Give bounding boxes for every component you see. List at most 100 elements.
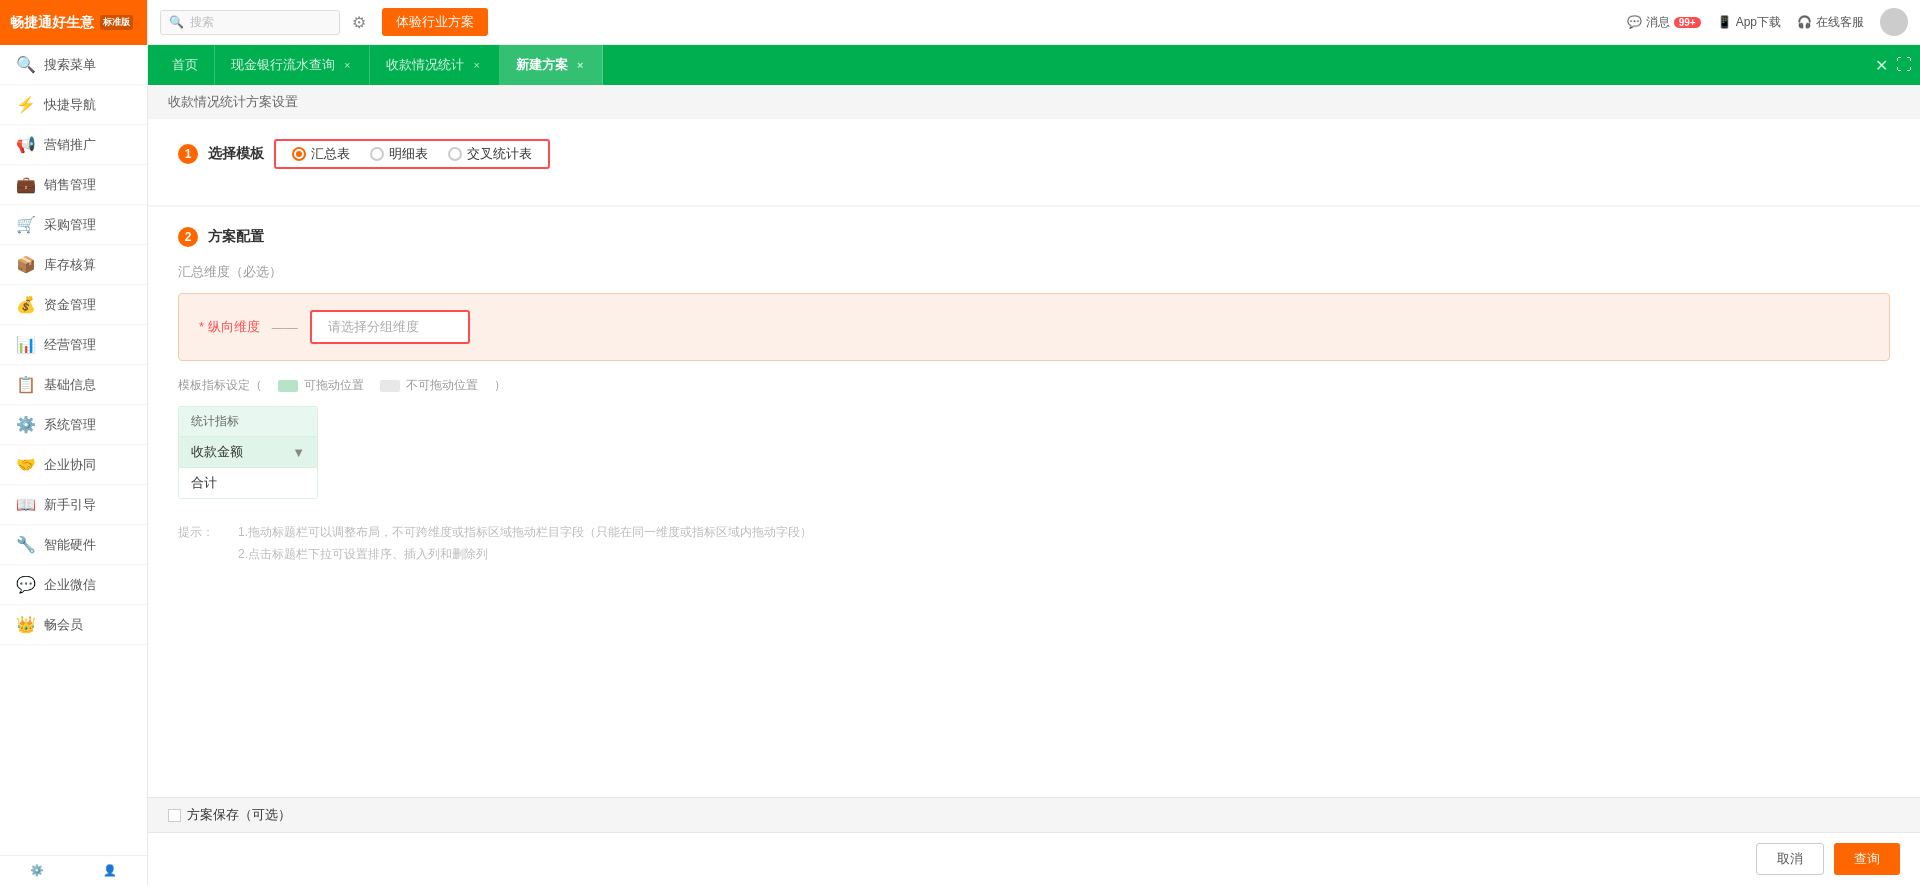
sidebar-bottom: ⚙️ 👤 — [0, 855, 147, 885]
sidebar-icon-1: ⚡ — [16, 95, 36, 114]
section-config: 2 方案配置 汇总维度（必选） * 纵向维度 —— 请选择分组维度 模板指标设定… — [148, 207, 1920, 797]
sidebar-icon-0: 🔍 — [16, 55, 36, 74]
metrics-cell-total: 合计 — [179, 467, 317, 498]
legend-draggable-label: 可拖动位置 — [304, 377, 364, 394]
footer-area: 方案保存（可选） — [148, 797, 1920, 832]
sidebar-label-13: 企业微信 — [44, 576, 96, 594]
template-option-summary[interactable]: 汇总表 — [292, 145, 350, 163]
metrics-title-text: 模板指标设定（ — [178, 377, 262, 394]
app-download-item[interactable]: 📱 App下载 — [1717, 14, 1781, 31]
metrics-table: 统计指标 收款金额 ▼ 合计 — [178, 406, 318, 499]
template-option-detail[interactable]: 明细表 — [370, 145, 428, 163]
sidebar-label-11: 新手引导 — [44, 496, 96, 514]
sidebar-item-0[interactable]: 🔍 搜索菜单 — [0, 45, 147, 85]
sidebar-item-9[interactable]: ⚙️系统管理 — [0, 405, 147, 445]
online-service-item[interactable]: 🎧 在线客服 — [1797, 14, 1864, 31]
query-button[interactable]: 查询 — [1834, 843, 1900, 875]
radio-summary[interactable] — [292, 147, 306, 161]
sidebar-item-11[interactable]: 📖 新手引导 — [0, 485, 147, 525]
sidebar-item-10[interactable]: 🤝 企业协同 — [0, 445, 147, 485]
amount-label: 收款金额 — [191, 443, 243, 461]
sidebar-icon-14: 👑 — [16, 615, 36, 634]
template-cross-label: 交叉统计表 — [467, 145, 532, 163]
app-logo: 畅捷通好生意 标准版 — [0, 0, 147, 45]
tabbar: 首页现金银行流水查询× 收款情况统计 × 新建方案 × ✕ ⛶ — [148, 45, 1920, 85]
maximize-icon[interactable]: ⛶ — [1896, 56, 1912, 74]
sidebar-bottom-user[interactable]: 👤 — [103, 864, 117, 877]
sidebar-icon-10: 🤝 — [16, 455, 36, 474]
tab-label-2: 收款情况统计 — [386, 56, 464, 74]
cancel-button[interactable]: 取消 — [1756, 843, 1824, 875]
section1-number: 1 — [178, 144, 198, 164]
summary-dim-label: 汇总维度（必选） — [178, 264, 282, 279]
sidebar-item-13[interactable]: 💬企业微信 — [0, 565, 147, 605]
sidebar-label-2: 营销推广 — [44, 136, 96, 154]
template-options-box: 汇总表 明细表 交叉统计表 — [274, 139, 550, 169]
sidebar-icon-3: 💼 — [16, 175, 36, 194]
legend-fixed-label: 不可拖动位置 — [406, 377, 478, 394]
metrics-cell-amount[interactable]: 收款金额 ▼ — [179, 437, 317, 467]
search-box[interactable]: 🔍 搜索 — [160, 10, 340, 35]
sidebar-label-5: 库存核算 — [44, 256, 96, 274]
sidebar-item-3[interactable]: 💼销售管理 — [0, 165, 147, 205]
sidebar-item-6[interactable]: 💰资金管理 — [0, 285, 147, 325]
message-icon: 💬 — [1627, 15, 1642, 29]
summary-dim-title: 汇总维度（必选） — [178, 263, 1890, 281]
sidebar-bottom-settings[interactable]: ⚙️ — [30, 864, 44, 877]
sidebar-item-5[interactable]: 📦 库存核算 — [0, 245, 147, 285]
sidebar-item-8[interactable]: 📋基础信息 — [0, 365, 147, 405]
sidebar-item-14[interactable]: 👑畅会员 — [0, 605, 147, 645]
radio-cross[interactable] — [448, 147, 462, 161]
app-name: 畅捷通好生意 — [10, 14, 94, 32]
sidebar-label-10: 企业协同 — [44, 456, 96, 474]
tab-close-1[interactable]: × — [341, 58, 353, 72]
message-label: 消息 — [1646, 14, 1670, 31]
sidebar-icon-5: 📦 — [16, 255, 36, 274]
sidebar-icon-8: 📋 — [16, 375, 36, 394]
tab-label-3: 新建方案 — [516, 56, 568, 74]
close-tab-icon[interactable]: ✕ — [1875, 56, 1888, 75]
tip-2: 2.点击标题栏下拉可设置排序、插入列和删除列 — [178, 544, 1890, 566]
save-checkbox[interactable] — [168, 809, 181, 822]
metrics-section: 模板指标设定（ 可拖动位置 不可拖动位置 ） 统计指标 收款金额 — [178, 377, 1890, 502]
close-paren: ） — [494, 377, 506, 394]
section2-number: 2 — [178, 227, 198, 247]
metrics-legend: 模板指标设定（ 可拖动位置 不可拖动位置 ） — [178, 377, 1890, 394]
sidebar-label-7: 经营管理 — [44, 336, 96, 354]
legend-fixed-item: 不可拖动位置 — [380, 377, 478, 394]
tab-0[interactable]: 首页 — [156, 45, 215, 85]
app-download-label: App下载 — [1736, 14, 1781, 31]
sidebar-item-12[interactable]: 🔧智能硬件 — [0, 525, 147, 565]
tab-close-3[interactable]: × — [574, 58, 586, 72]
user-avatar[interactable] — [1880, 8, 1908, 36]
sidebar-icon-2: 📢 — [16, 135, 36, 154]
radio-detail[interactable] — [370, 147, 384, 161]
sidebar-item-4[interactable]: 🛒采购管理 — [0, 205, 147, 245]
sidebar-label-6: 资金管理 — [44, 296, 96, 314]
trial-button[interactable]: 体验行业方案 — [382, 8, 488, 36]
tab-close-2[interactable]: × — [470, 58, 482, 72]
tab-1[interactable]: 现金银行流水查询× — [215, 45, 370, 85]
draggable-indicator — [278, 380, 298, 392]
section1-header: 1 选择模板 汇总表 明细表 交叉统计表 — [178, 139, 1890, 169]
message-item[interactable]: 💬 消息 99+ — [1627, 14, 1701, 31]
template-option-cross[interactable]: 交叉统计表 — [448, 145, 532, 163]
tab-2[interactable]: 收款情况统计 × — [370, 45, 499, 85]
sidebar-item-7[interactable]: 📊经营管理 — [0, 325, 147, 365]
dimension-area: * 纵向维度 —— 请选择分组维度 — [178, 293, 1890, 361]
download-icon: 📱 — [1717, 15, 1732, 29]
amount-dropdown-icon[interactable]: ▼ — [292, 445, 305, 460]
sidebar-item-1[interactable]: ⚡快捷导航 — [0, 85, 147, 125]
section-template: 1 选择模板 汇总表 明细表 交叉统计表 — [148, 119, 1920, 205]
sidebar-icon-11: 📖 — [16, 495, 36, 514]
dimension-arrow: —— — [272, 320, 298, 335]
sidebar-label-0: 搜索菜单 — [44, 56, 96, 74]
topbar: 🔍 搜索 ⚙ 体验行业方案 💬 消息 99+ 📱 App下载 🎧 在线客服 — [148, 0, 1920, 45]
tab-3[interactable]: 新建方案 × — [500, 45, 603, 85]
dimension-select[interactable]: 请选择分组维度 — [310, 310, 470, 344]
save-option[interactable]: 方案保存（可选） — [168, 806, 1900, 824]
search-placeholder: 搜索 — [190, 14, 214, 31]
sidebar-icon-9: ⚙️ — [16, 415, 36, 434]
sidebar-item-2[interactable]: 📢 营销推广 — [0, 125, 147, 165]
settings-icon[interactable]: ⚙ — [352, 13, 366, 32]
